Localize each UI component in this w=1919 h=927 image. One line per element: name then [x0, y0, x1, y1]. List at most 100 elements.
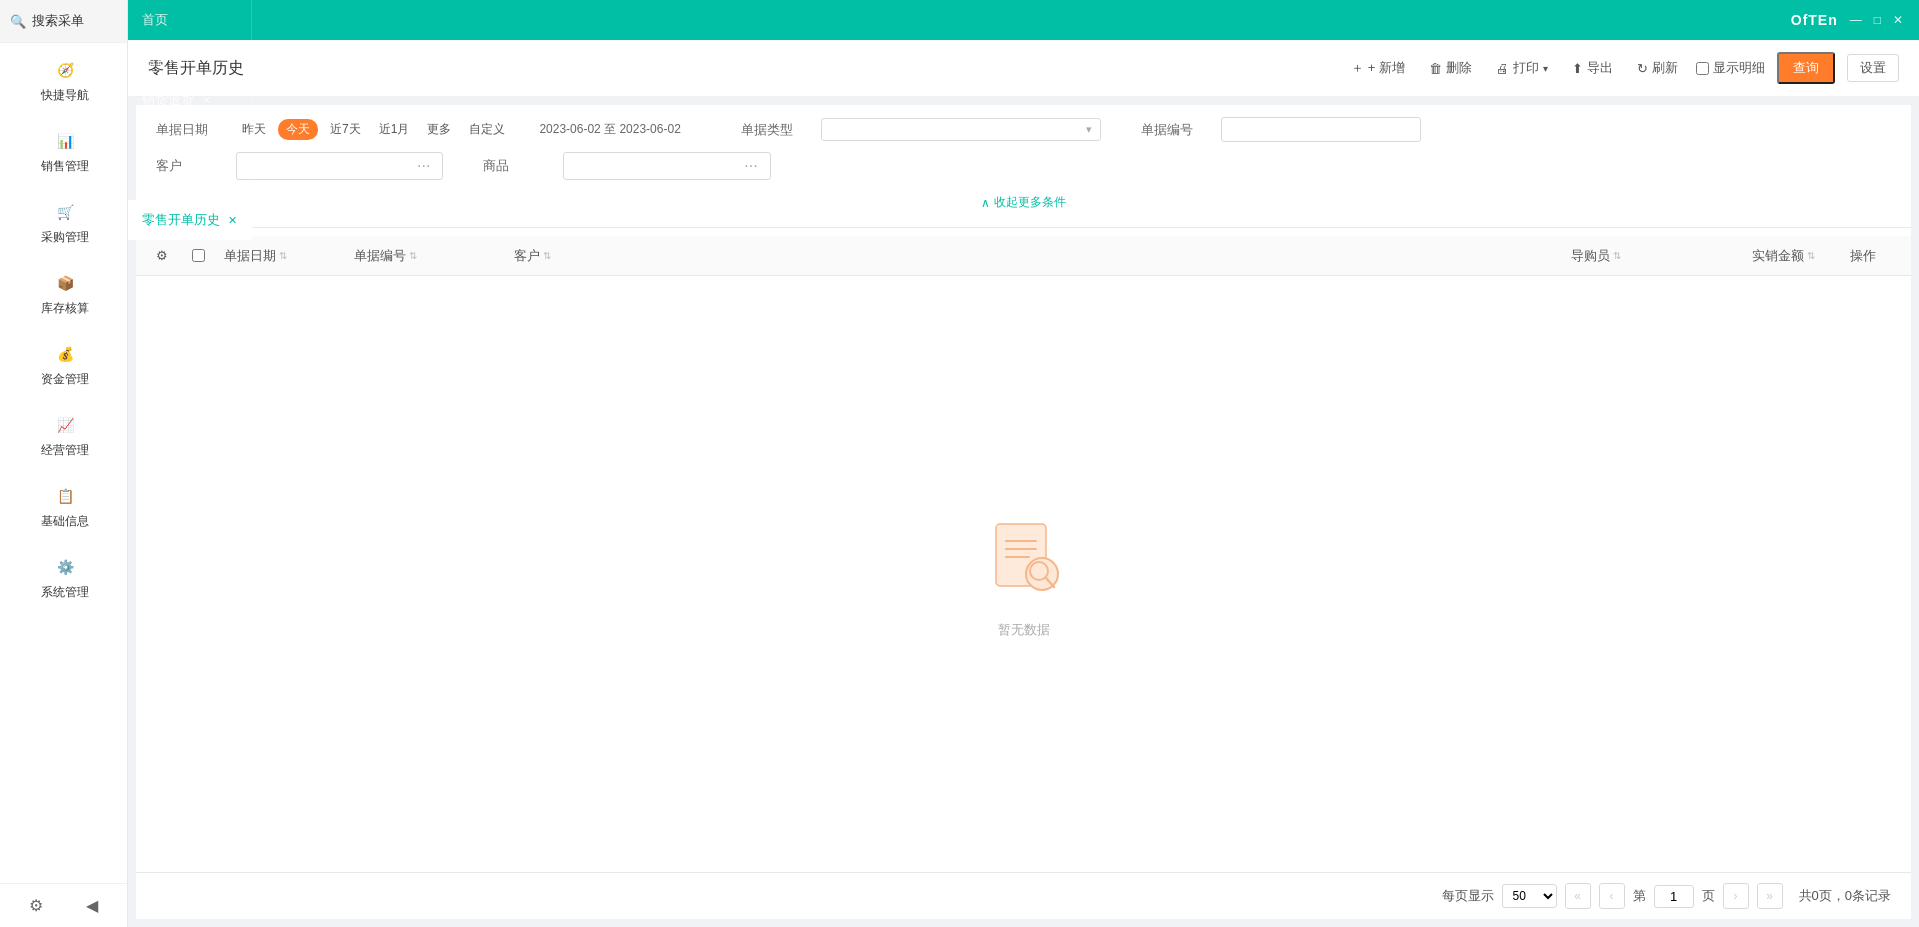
nav-icon-base-info: 📋: [52, 483, 78, 509]
minimize-icon[interactable]: —: [1850, 13, 1862, 27]
prev-page-btn[interactable]: ‹: [1599, 883, 1625, 909]
tab-label-retail-open-history: 零售开单历史: [142, 211, 220, 229]
sidebar-item-base-info[interactable]: 📋 基础信息: [0, 469, 127, 540]
nav-label-quick-nav: 快捷导航: [41, 87, 89, 104]
date-btn-custom[interactable]: 自定义: [463, 119, 511, 140]
th-num-sort-icon[interactable]: ⇅: [409, 250, 417, 261]
nav-label-purchase-mgmt: 采购管理: [41, 229, 89, 246]
refresh-button[interactable]: ↻ 刷新: [1631, 55, 1684, 81]
page-size-label: 每页显示: [1442, 887, 1494, 905]
delete-label: 删除: [1446, 59, 1472, 77]
tab-home[interactable]: 首页: [128, 0, 252, 40]
tab-label-home: 首页: [142, 11, 168, 29]
print-button[interactable]: 🖨 打印 ▾: [1490, 55, 1554, 81]
print-icon: 🖨: [1496, 61, 1509, 76]
display-detail-toggle[interactable]: 显示明细: [1696, 59, 1765, 77]
th-checkbox[interactable]: [180, 249, 216, 262]
goods-input[interactable]: [572, 159, 740, 174]
doc-num-input[interactable]: [1221, 117, 1421, 142]
close-window-icon[interactable]: ✕: [1893, 13, 1903, 27]
next-page-btn[interactable]: ›: [1723, 883, 1749, 909]
delete-button[interactable]: 🗑 删除: [1423, 55, 1478, 81]
doc-num-label: 单据编号: [1141, 121, 1201, 139]
settings-button[interactable]: 设置: [1847, 54, 1899, 82]
nav-icon-sales-mgmt: 📊: [52, 128, 78, 154]
query-button[interactable]: 查询: [1777, 52, 1835, 84]
sidebar-item-system-mgmt[interactable]: ⚙️ 系统管理: [0, 540, 127, 611]
tab-sales-order[interactable]: 销售订单✕: [128, 40, 252, 80]
export-button[interactable]: ⬆ 导出: [1566, 55, 1619, 81]
tab-close-sales-return-history[interactable]: ✕: [228, 135, 237, 146]
collapse-label: 收起更多条件: [994, 194, 1066, 211]
th-customer-sort-icon[interactable]: ⇅: [543, 250, 551, 261]
goods-picker-icon[interactable]: ···: [740, 157, 761, 175]
customer-picker-icon[interactable]: ···: [413, 157, 434, 175]
th-amount-label: 实销金额: [1752, 247, 1804, 265]
nav-icon-operations: 📈: [52, 412, 78, 438]
collapse-bar[interactable]: ∧ 收起更多条件: [156, 190, 1891, 215]
tab-close-sales-order[interactable]: ✕: [202, 55, 211, 66]
select-all-checkbox[interactable]: [192, 249, 205, 262]
sidebar-item-finance[interactable]: 💰 资金管理: [0, 327, 127, 398]
doc-type-select[interactable]: ▾: [821, 118, 1101, 141]
nav-icon-system-mgmt: ⚙️: [52, 554, 78, 580]
doc-type-label: 单据类型: [741, 121, 801, 139]
sidebar-item-inventory[interactable]: 📦 库存核算: [0, 256, 127, 327]
maximize-icon[interactable]: □: [1874, 13, 1881, 27]
sidebar-item-sales-mgmt[interactable]: 📊 销售管理: [0, 114, 127, 185]
date-btn-last1m[interactable]: 近1月: [373, 119, 416, 140]
sidebar-search[interactable]: 🔍 搜索采单: [0, 0, 127, 43]
th-gear[interactable]: ⚙: [144, 248, 180, 263]
date-btn-last7[interactable]: 近7天: [324, 119, 367, 140]
date-btn-today[interactable]: 今天: [278, 119, 318, 140]
print-label: 打印: [1513, 59, 1539, 77]
add-button[interactable]: ＋ + 新增: [1345, 55, 1411, 81]
customer-input-wrap: ···: [236, 152, 443, 180]
tab-bar: 首页销售订单✕销货退货✕销货退货历史✕零售开单✕零售开单历史✕ OfTEn — …: [128, 0, 1919, 40]
date-btn-more[interactable]: 更多: [421, 119, 457, 140]
settings-label: 设置: [1860, 59, 1886, 77]
tab-retail-open-history[interactable]: 零售开单历史 ✕: [128, 200, 252, 240]
filter-row-1: 单据日期 昨天 今天 近7天 近1月 更多 自定义 2023-06-02 至 2…: [156, 117, 1891, 142]
first-page-btn[interactable]: «: [1565, 883, 1591, 909]
sidebar-nav: 🧭 快捷导航 📊 销售管理 🛒 采购管理 📦 库存核算 💰 资金管理 📈 经营管…: [0, 43, 127, 611]
tab-retail-open[interactable]: 零售开单✕: [128, 160, 252, 200]
customer-input[interactable]: [245, 159, 413, 174]
th-action: 操作: [1823, 247, 1903, 265]
tabs-container: 首页销售订单✕销货退货✕销货退货历史✕零售开单✕零售开单历史✕: [128, 0, 252, 40]
settings-footer-icon[interactable]: ⚙: [29, 896, 43, 915]
display-label: 显示明细: [1713, 59, 1765, 77]
sidebar-item-quick-nav[interactable]: 🧭 快捷导航: [0, 43, 127, 114]
tab-close-retail-open[interactable]: ✕: [202, 175, 211, 186]
brand-logo: OfTEn: [1791, 12, 1838, 28]
export-label: 导出: [1587, 59, 1613, 77]
tab-close-sales-return[interactable]: ✕: [202, 95, 211, 106]
tab-sales-return[interactable]: 销货退货✕: [128, 80, 252, 120]
page-size-select[interactable]: 50 20 100 200: [1502, 884, 1557, 908]
th-amount-sort-icon[interactable]: ⇅: [1807, 250, 1815, 261]
th-salesman: 导购员 ⇅: [1563, 247, 1683, 265]
collapse-footer-icon[interactable]: ◀: [86, 896, 98, 915]
content-card: 单据日期 昨天 今天 近7天 近1月 更多 自定义 2023-06-02 至 2…: [136, 105, 1911, 919]
th-amount: 实销金额 ⇅: [1683, 247, 1823, 265]
nav-icon-finance: 💰: [52, 341, 78, 367]
th-salesman-sort-icon[interactable]: ⇅: [1613, 250, 1621, 261]
goods-input-wrap: ···: [563, 152, 770, 180]
last-page-btn[interactable]: »: [1757, 883, 1783, 909]
sidebar-item-purchase-mgmt[interactable]: 🛒 采购管理: [0, 185, 127, 256]
delete-icon: 🗑: [1429, 61, 1442, 76]
column-settings-icon[interactable]: ⚙: [156, 248, 168, 263]
page-label-after: 页: [1702, 887, 1715, 905]
th-date-sort-icon[interactable]: ⇅: [279, 250, 287, 261]
goods-label: 商品: [483, 157, 543, 175]
nav-icon-inventory: 📦: [52, 270, 78, 296]
page-number-input[interactable]: [1654, 885, 1694, 908]
export-icon: ⬆: [1572, 61, 1583, 76]
display-detail-checkbox[interactable]: [1696, 62, 1709, 75]
empty-state: 暂无数据: [136, 276, 1911, 872]
add-label: + 新增: [1368, 59, 1405, 77]
table-area: ⚙ 单据日期 ⇅ 单据编号 ⇅ 客户 ⇅: [136, 236, 1911, 872]
tab-close-retail-open-history[interactable]: ✕: [228, 215, 237, 226]
sidebar-item-operations[interactable]: 📈 经营管理: [0, 398, 127, 469]
tab-sales-return-history[interactable]: 销货退货历史✕: [128, 120, 252, 160]
